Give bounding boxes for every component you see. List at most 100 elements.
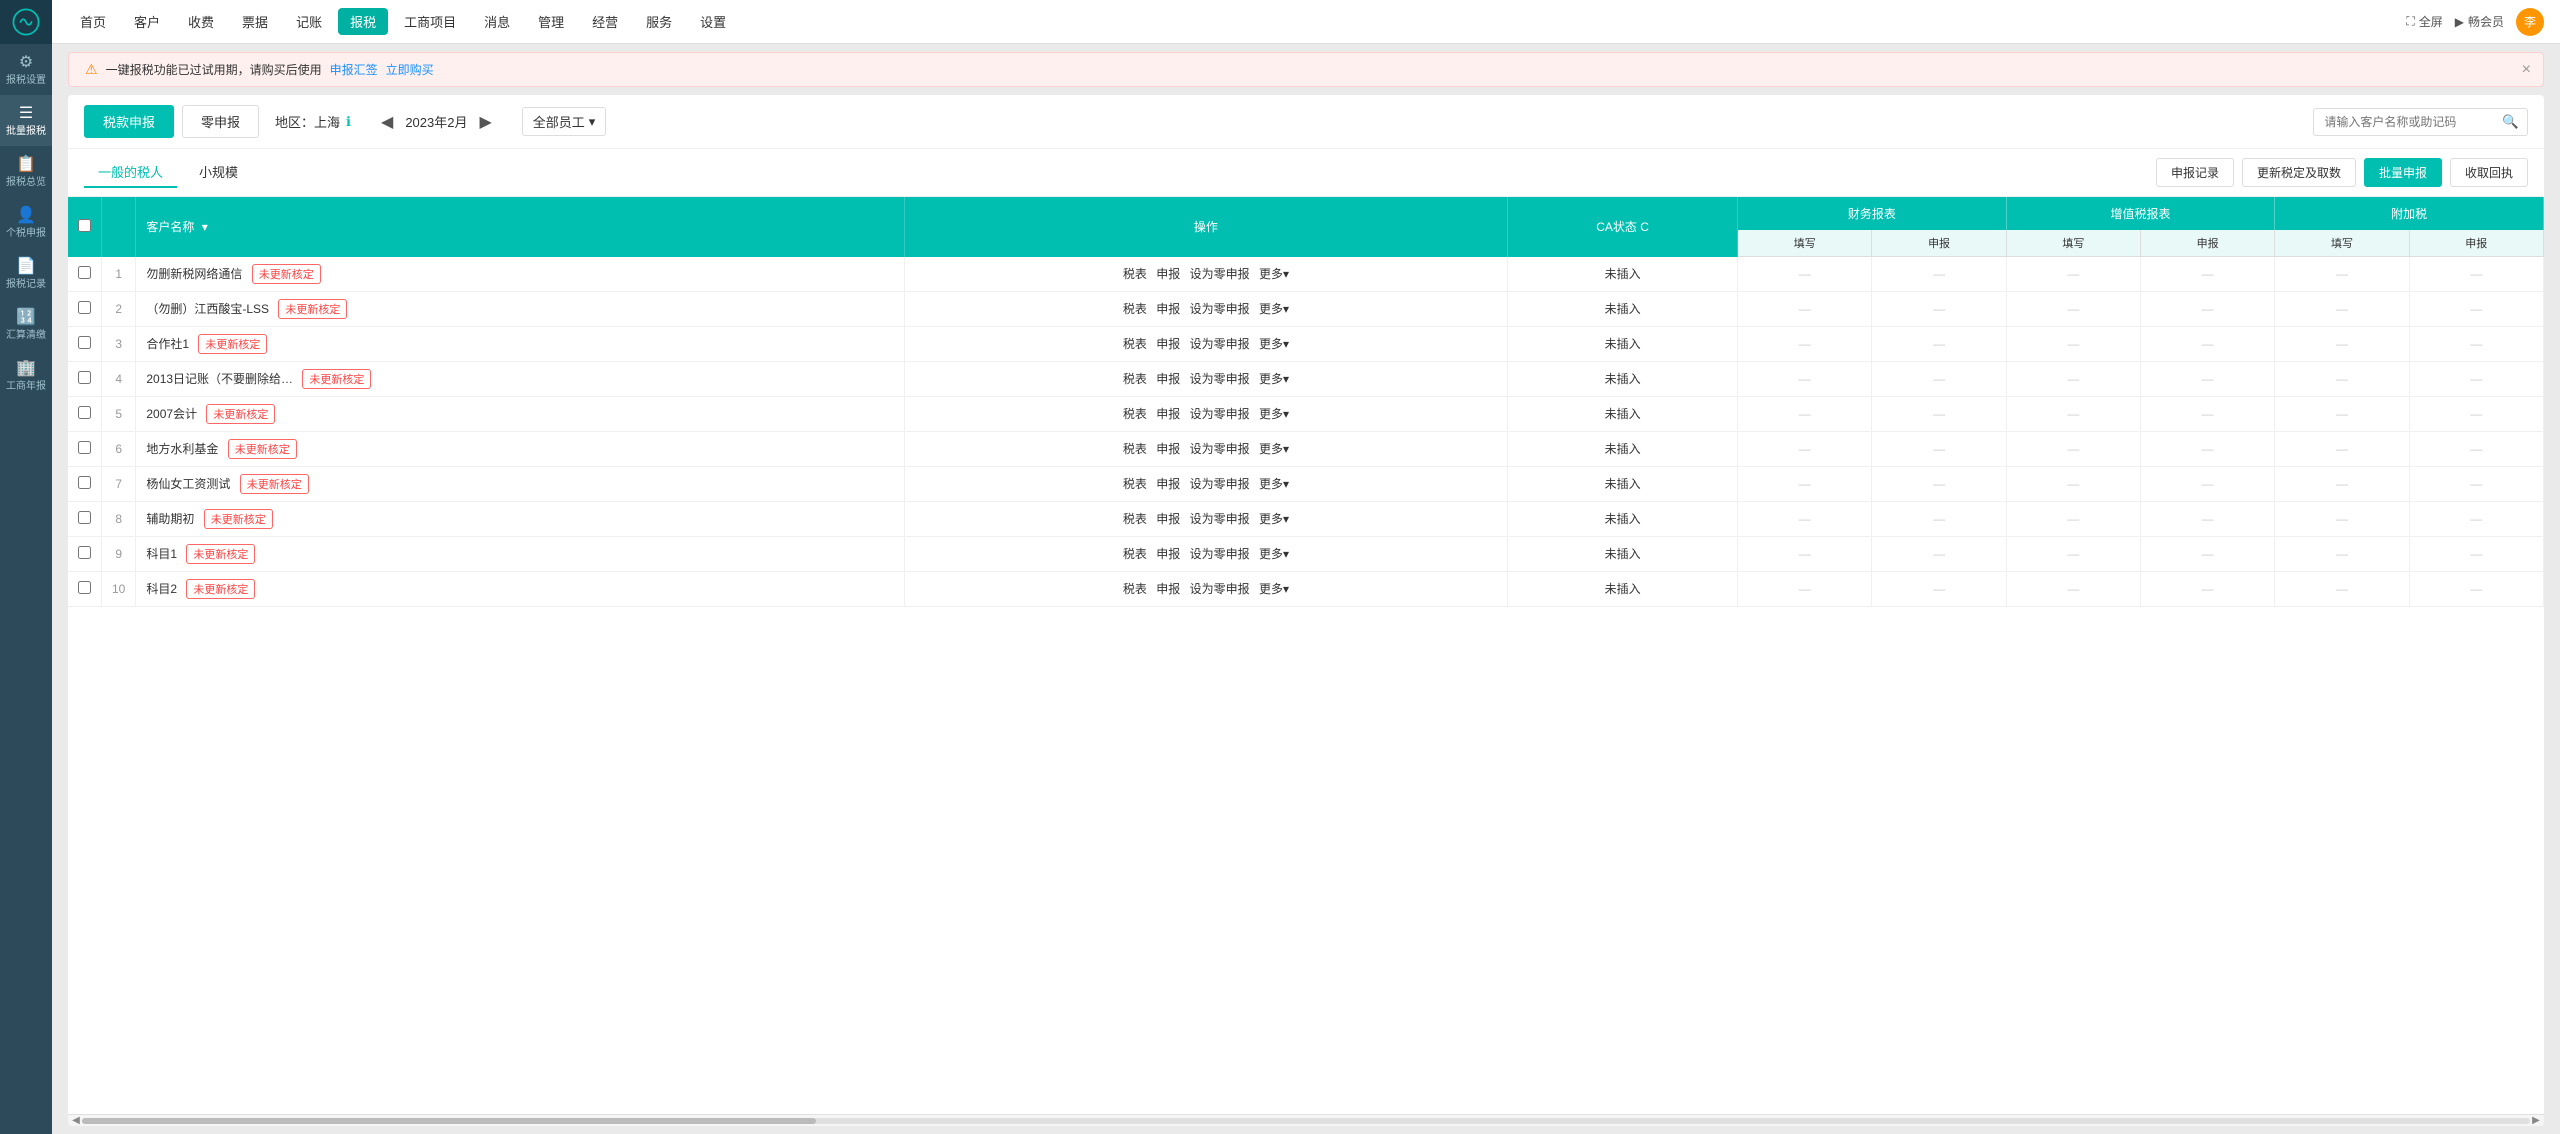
op-more-5[interactable]: 更多▾ [1259, 442, 1289, 456]
sidebar-item-settlement[interactable]: 🔢 汇算清缴 [0, 299, 52, 350]
logo[interactable] [0, 0, 52, 44]
horizontal-scrollbar[interactable]: ◀ ▶ [68, 1114, 2544, 1126]
op-declare-6[interactable]: 申报 [1156, 477, 1180, 491]
scroll-left-button[interactable]: ◀ [70, 1115, 82, 1127]
row-ops-6: 税表 申报 设为零申报 更多▾ [904, 466, 1507, 501]
op-tax-form-0[interactable]: 税表 [1123, 267, 1147, 281]
op-zero-declare-3[interactable]: 设为零申报 [1190, 372, 1250, 386]
op-tax-form-8[interactable]: 税表 [1123, 547, 1147, 561]
nav-messages[interactable]: 消息 [472, 8, 522, 35]
period-prev-button[interactable]: ◀ [375, 110, 399, 134]
nav-operations[interactable]: 经营 [580, 8, 630, 35]
tab-general-taxpayer[interactable]: 一般的税人 [84, 157, 177, 188]
nav-accounting[interactable]: 记账 [284, 8, 334, 35]
batch-declare-button[interactable]: 批量申报 [2364, 158, 2442, 187]
nav-business[interactable]: 工商项目 [392, 8, 468, 35]
declare-record-button[interactable]: 申报记录 [2156, 158, 2234, 187]
op-declare-2[interactable]: 申报 [1156, 337, 1180, 351]
op-tax-form-5[interactable]: 税表 [1123, 442, 1147, 456]
op-zero-declare-9[interactable]: 设为零申报 [1190, 582, 1250, 596]
search-input[interactable] [2314, 110, 2494, 134]
nav-services[interactable]: 服务 [634, 8, 684, 35]
row-checkbox-2[interactable] [78, 336, 91, 349]
nav-settings[interactable]: 设置 [688, 8, 738, 35]
sidebar-item-personal-tax[interactable]: 👤 个税申报 [0, 197, 52, 248]
scrollbar-thumb[interactable] [82, 1118, 816, 1124]
tab-small-scale[interactable]: 小规模 [185, 157, 252, 188]
notice-link2[interactable]: 立即购买 [386, 61, 434, 78]
nav-home[interactable]: 首页 [68, 8, 118, 35]
row-col-6-1: — [1872, 466, 2006, 501]
op-more-6[interactable]: 更多▾ [1259, 477, 1289, 491]
row-checkbox-7[interactable] [78, 511, 91, 524]
op-declare-8[interactable]: 申报 [1156, 547, 1180, 561]
op-zero-declare-2[interactable]: 设为零申报 [1190, 337, 1250, 351]
op-zero-declare-8[interactable]: 设为零申报 [1190, 547, 1250, 561]
row-checkbox-6[interactable] [78, 476, 91, 489]
op-zero-declare-6[interactable]: 设为零申报 [1190, 477, 1250, 491]
op-declare-9[interactable]: 申报 [1156, 582, 1180, 596]
update-quota-button[interactable]: 更新税定及取数 [2242, 158, 2356, 187]
op-tax-form-9[interactable]: 税表 [1123, 582, 1147, 596]
notice-close-button[interactable]: × [2522, 61, 2531, 79]
op-tax-form-4[interactable]: 税表 [1123, 407, 1147, 421]
retrieve-button[interactable]: 收取回执 [2450, 158, 2528, 187]
row-checkbox-9[interactable] [78, 581, 91, 594]
op-more-2[interactable]: 更多▾ [1259, 337, 1289, 351]
sidebar-item-tax-settings[interactable]: ⚙ 报税设置 [0, 44, 52, 95]
op-tax-form-1[interactable]: 税表 [1123, 302, 1147, 316]
row-checkbox-5[interactable] [78, 441, 91, 454]
sidebar-item-tax-records[interactable]: 📄 报税记录 [0, 248, 52, 299]
info-icon[interactable]: ℹ [346, 114, 351, 130]
user-avatar[interactable]: 李 [2516, 8, 2544, 36]
op-more-9[interactable]: 更多▾ [1259, 582, 1289, 596]
op-more-8[interactable]: 更多▾ [1259, 547, 1289, 561]
vip-button[interactable]: ▶ 畅会员 [2455, 13, 2504, 30]
nav-billing[interactable]: 收费 [176, 8, 226, 35]
op-declare-1[interactable]: 申报 [1156, 302, 1180, 316]
sort-icon[interactable]: ▾ [202, 220, 208, 234]
nav-management[interactable]: 管理 [526, 8, 576, 35]
op-tax-form-3[interactable]: 税表 [1123, 372, 1147, 386]
op-declare-7[interactable]: 申报 [1156, 512, 1180, 526]
row-checkbox-1[interactable] [78, 301, 91, 314]
row-checkbox-0[interactable] [78, 266, 91, 279]
op-declare-0[interactable]: 申报 [1156, 267, 1180, 281]
op-more-3[interactable]: 更多▾ [1259, 372, 1289, 386]
notice-link1[interactable]: 申报汇签 [330, 61, 378, 78]
period-next-button[interactable]: ▶ [473, 110, 497, 134]
select-all-checkbox[interactable] [78, 219, 91, 232]
op-declare-5[interactable]: 申报 [1156, 442, 1180, 456]
op-zero-declare-1[interactable]: 设为零申报 [1190, 302, 1250, 316]
op-more-7[interactable]: 更多▾ [1259, 512, 1289, 526]
sidebar-item-batch-tax[interactable]: ☰ 批量报税 [0, 95, 52, 146]
sidebar-item-annual-report[interactable]: 🏢 工商年报 [0, 350, 52, 401]
nav-invoice[interactable]: 票据 [230, 8, 280, 35]
op-zero-declare-7[interactable]: 设为零申报 [1190, 512, 1250, 526]
op-zero-declare-0[interactable]: 设为零申报 [1190, 267, 1250, 281]
row-checkbox-3[interactable] [78, 371, 91, 384]
fullscreen-icon: ⛶ [2406, 14, 2414, 29]
row-checkbox-4[interactable] [78, 406, 91, 419]
op-tax-form-7[interactable]: 税表 [1123, 512, 1147, 526]
op-declare-3[interactable]: 申报 [1156, 372, 1180, 386]
sidebar-item-tax-overview[interactable]: 📋 报税总览 [0, 146, 52, 197]
op-tax-form-2[interactable]: 税表 [1123, 337, 1147, 351]
op-more-1[interactable]: 更多▾ [1259, 302, 1289, 316]
nav-customer[interactable]: 客户 [122, 8, 172, 35]
op-declare-4[interactable]: 申报 [1156, 407, 1180, 421]
op-zero-declare-5[interactable]: 设为零申报 [1190, 442, 1250, 456]
scroll-right-button[interactable]: ▶ [2530, 1115, 2542, 1127]
declare-tab-button[interactable]: 税款申报 [84, 105, 174, 138]
op-zero-declare-4[interactable]: 设为零申报 [1190, 407, 1250, 421]
op-more-4[interactable]: 更多▾ [1259, 407, 1289, 421]
op-more-0[interactable]: 更多▾ [1259, 267, 1289, 281]
op-tax-form-6[interactable]: 税表 [1123, 477, 1147, 491]
scrollbar-track[interactable] [82, 1118, 2530, 1124]
dept-select[interactable]: 全部员工 ▾ [522, 107, 607, 136]
row-checkbox-8[interactable] [78, 546, 91, 559]
search-button[interactable]: 🔍 [2494, 109, 2527, 135]
fullscreen-button[interactable]: ⛶ 全屏 [2406, 13, 2442, 30]
zero-report-tab-button[interactable]: 零申报 [182, 105, 259, 138]
nav-tax[interactable]: 报税 [338, 8, 388, 35]
